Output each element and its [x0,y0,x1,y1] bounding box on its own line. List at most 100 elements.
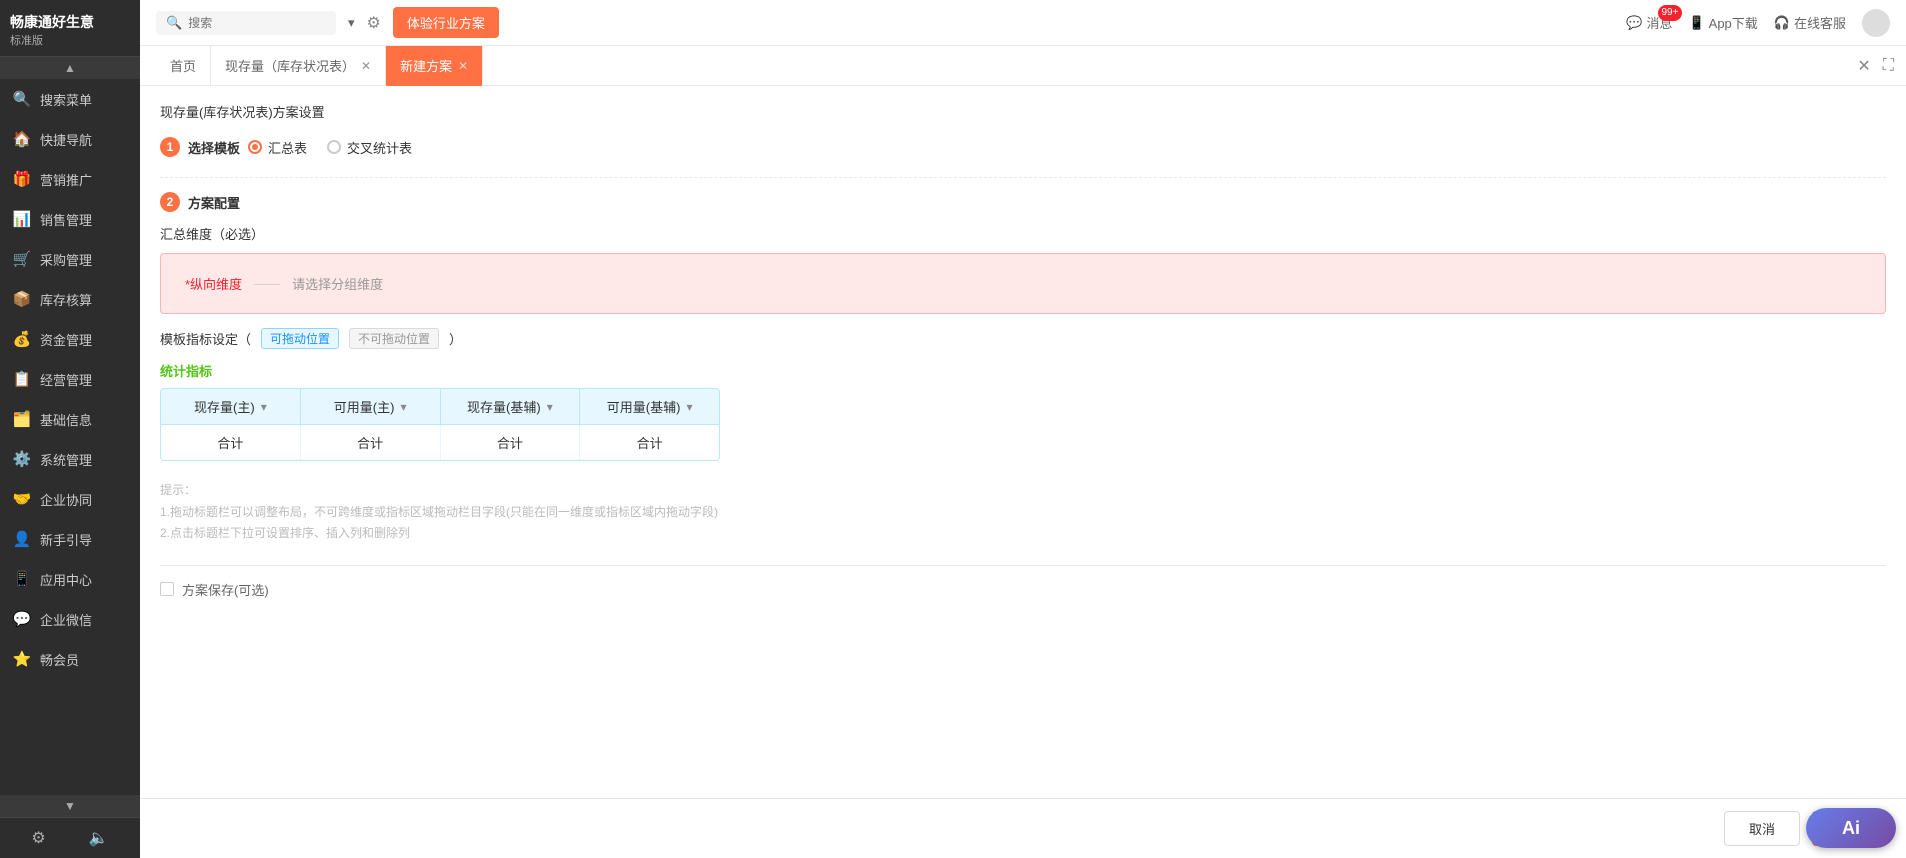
dropdown-arrow: ▾ [348,15,355,31]
sidebar-item-app-center[interactable]: 📱 应用中心 [0,559,140,599]
cancel-button[interactable]: 取消 [1724,811,1800,846]
radio-summary[interactable]: 汇总表 [248,138,307,157]
sidebar-icon-business-mgmt: 📋 [12,369,32,389]
sidebar-label-search-menu: 搜索菜单 [40,90,92,109]
industry-btn[interactable]: 体验行业方案 [393,7,499,38]
stats-col-label-0: 现存量(主) [194,397,255,416]
sidebar-icon-app-center: 📱 [12,569,32,589]
dimension-label: 汇总维度（必选） [160,224,1886,243]
section2-title: 方案配置 [188,193,240,212]
ai-bubble[interactable]: Ai [1806,808,1896,848]
stats-header-row: 现存量(主) ▾ 可用量(主) ▾ 现存量(基辅) ▾ 可用量(基辅) ▾ [161,389,719,425]
tab-new-plan-label: 新建方案 [400,56,452,75]
not-draggable-badge: 不可拖动位置 [349,328,439,349]
sidebar-label-marketing: 营销推广 [40,170,92,189]
sidebar-scroll-down[interactable]: ▼ [0,795,140,817]
sidebar-label-system-mgmt: 系统管理 [40,450,92,469]
tab-new-plan[interactable]: 新建方案 ✕ [386,46,483,86]
gear-icon[interactable]: ⚙ [367,13,381,33]
dimension-dash: —— [254,276,280,291]
radio-cross-dot [327,140,341,154]
sidebar-icon-quick-nav: 🏠 [12,129,32,149]
topbar-right: 💬 消息 99+ 📱 App下载 🎧 在线客服 [1626,9,1890,37]
sidebar-item-inventory[interactable]: 📦 库存核算 [0,279,140,319]
sidebar-item-enterprise-wx[interactable]: 💬 企业微信 [0,599,140,639]
sidebar-icon-sales-mgmt: 📊 [12,209,32,229]
sidebar-item-finance-mgmt[interactable]: 💰 资金管理 [0,319,140,359]
stats-data-row: 合计合计合计合计 [161,425,719,460]
sidebar-item-quick-nav[interactable]: 🏠 快捷导航 [0,119,140,159]
download-icon: 📱 [1688,15,1704,31]
tips-section: 提示： 1.拖动标题栏可以调整布局，不可跨维度或指标区域拖动栏目字段(只能在同一… [160,480,1886,545]
sidebar-item-business-mgmt[interactable]: 📋 经营管理 [0,359,140,399]
sidebar-item-marketing[interactable]: 🎁 营销推广 [0,159,140,199]
search-box[interactable]: 🔍 [156,11,336,35]
sidebar-label-company-coop: 企业协同 [40,490,92,509]
content-area: 现存量(库存状况表)方案设置 1 选择模板 汇总表 交叉统计表 [140,86,1906,798]
stats-cell-2: 合计 [441,425,581,460]
tabs-right-actions: ✕ ⛶ [1857,56,1906,76]
sidebar-item-purchase-mgmt[interactable]: 🛒 采购管理 [0,239,140,279]
app-download-btn[interactable]: 📱 App下载 [1688,13,1757,32]
tab-inventory-close[interactable]: ✕ [361,59,371,73]
stats-col-dropdown-1[interactable]: ▾ [400,400,406,414]
stats-col-2[interactable]: 现存量(基辅) ▾ [441,389,581,424]
radio-cross[interactable]: 交叉统计表 [327,138,412,157]
sidebar-item-system-mgmt[interactable]: ⚙️ 系统管理 [0,439,140,479]
tab-home[interactable]: 首页 [156,46,211,86]
sidebar-label-new-guide: 新手引导 [40,530,92,549]
stats-cell-3: 合计 [580,425,719,460]
sidebar-icon-search-menu: 🔍 [12,89,32,109]
topbar-dropdown[interactable]: ▾ [348,15,355,31]
dimension-placeholder: 请选择分组维度 [292,274,383,293]
sidebar-icon-marketing: 🎁 [12,169,32,189]
dimension-box[interactable]: *纵向维度 —— 请选择分组维度 [160,253,1886,314]
speaker-icon[interactable]: 🔈 [89,828,109,848]
page-title: 现存量(库存状况表)方案设置 [160,102,1886,121]
sidebar-scroll-up[interactable]: ▲ [0,57,140,79]
search-input[interactable] [188,16,326,30]
messages-badge: 99+ [1658,5,1683,21]
stats-col-1[interactable]: 可用量(主) ▾ [301,389,441,424]
close-panel-icon[interactable]: ✕ [1857,56,1870,76]
settings-icon[interactable]: ⚙ [31,828,45,848]
section2-header: 2 方案配置 [160,192,1886,212]
stats-col-dropdown-3[interactable]: ▾ [686,400,692,414]
stats-col-dropdown-0[interactable]: ▾ [261,400,267,414]
draggable-label: 可拖动位置 [270,330,330,347]
stats-col-0[interactable]: 现存量(主) ▾ [161,389,301,424]
tab-inventory-status[interactable]: 现存量（库存状况表） ✕ [211,46,386,86]
message-icon: 💬 [1626,15,1642,31]
headset-icon: 🎧 [1774,15,1790,31]
sidebar-item-company-coop[interactable]: 🤝 企业协同 [0,479,140,519]
stats-col-3[interactable]: 可用量(基辅) ▾ [580,389,719,424]
expand-icon[interactable]: ⛶ [1883,57,1894,75]
sidebar-icon-vip: ⭐ [12,649,32,669]
tip2: 2.点击标题栏下拉可设置排序、插入列和删除列 [160,526,410,540]
radio-summary-label: 汇总表 [268,138,307,157]
user-avatar[interactable] [1862,9,1890,37]
sidebar-label-enterprise-wx: 企业微信 [40,610,92,629]
messages-btn[interactable]: 💬 消息 99+ [1626,13,1672,32]
section-choose-template: 1 选择模板 汇总表 交叉统计表 [160,137,1886,157]
sidebar-item-new-guide[interactable]: 👤 新手引导 [0,519,140,559]
app-name: 畅康通好生意 [10,12,130,32]
indicator-setting: 模板指标设定（ 可拖动位置 不可拖动位置 ） [160,328,1886,349]
stats-col-dropdown-2[interactable]: ▾ [547,400,553,414]
online-service-btn[interactable]: 🎧 在线客服 [1774,13,1846,32]
sidebar-item-basic-info[interactable]: 🗂️ 基础信息 [0,399,140,439]
sidebar-item-search-menu[interactable]: 🔍 搜索菜单 [0,79,140,119]
search-icon: 🔍 [166,15,182,31]
sidebar-label-inventory: 库存核算 [40,290,92,309]
ai-label: Ai [1842,818,1860,839]
app-download-label: App下载 [1709,13,1758,32]
sidebar-label-app-center: 应用中心 [40,570,92,589]
tips-title: 提示： [160,483,196,497]
sidebar-item-sales-mgmt[interactable]: 📊 销售管理 [0,199,140,239]
save-label: 方案保存(可选) [182,580,269,599]
sidebar-item-vip[interactable]: ⭐ 畅会员 [0,639,140,679]
sidebar: 畅康通好生意 标准版 ▲ 🔍 搜索菜单 🏠 快捷导航 🎁 营销推广 📊 销售管理… [0,0,140,858]
sidebar-label-vip: 畅会员 [40,650,79,669]
tab-new-plan-close[interactable]: ✕ [458,59,468,73]
save-checkbox[interactable] [160,582,174,596]
